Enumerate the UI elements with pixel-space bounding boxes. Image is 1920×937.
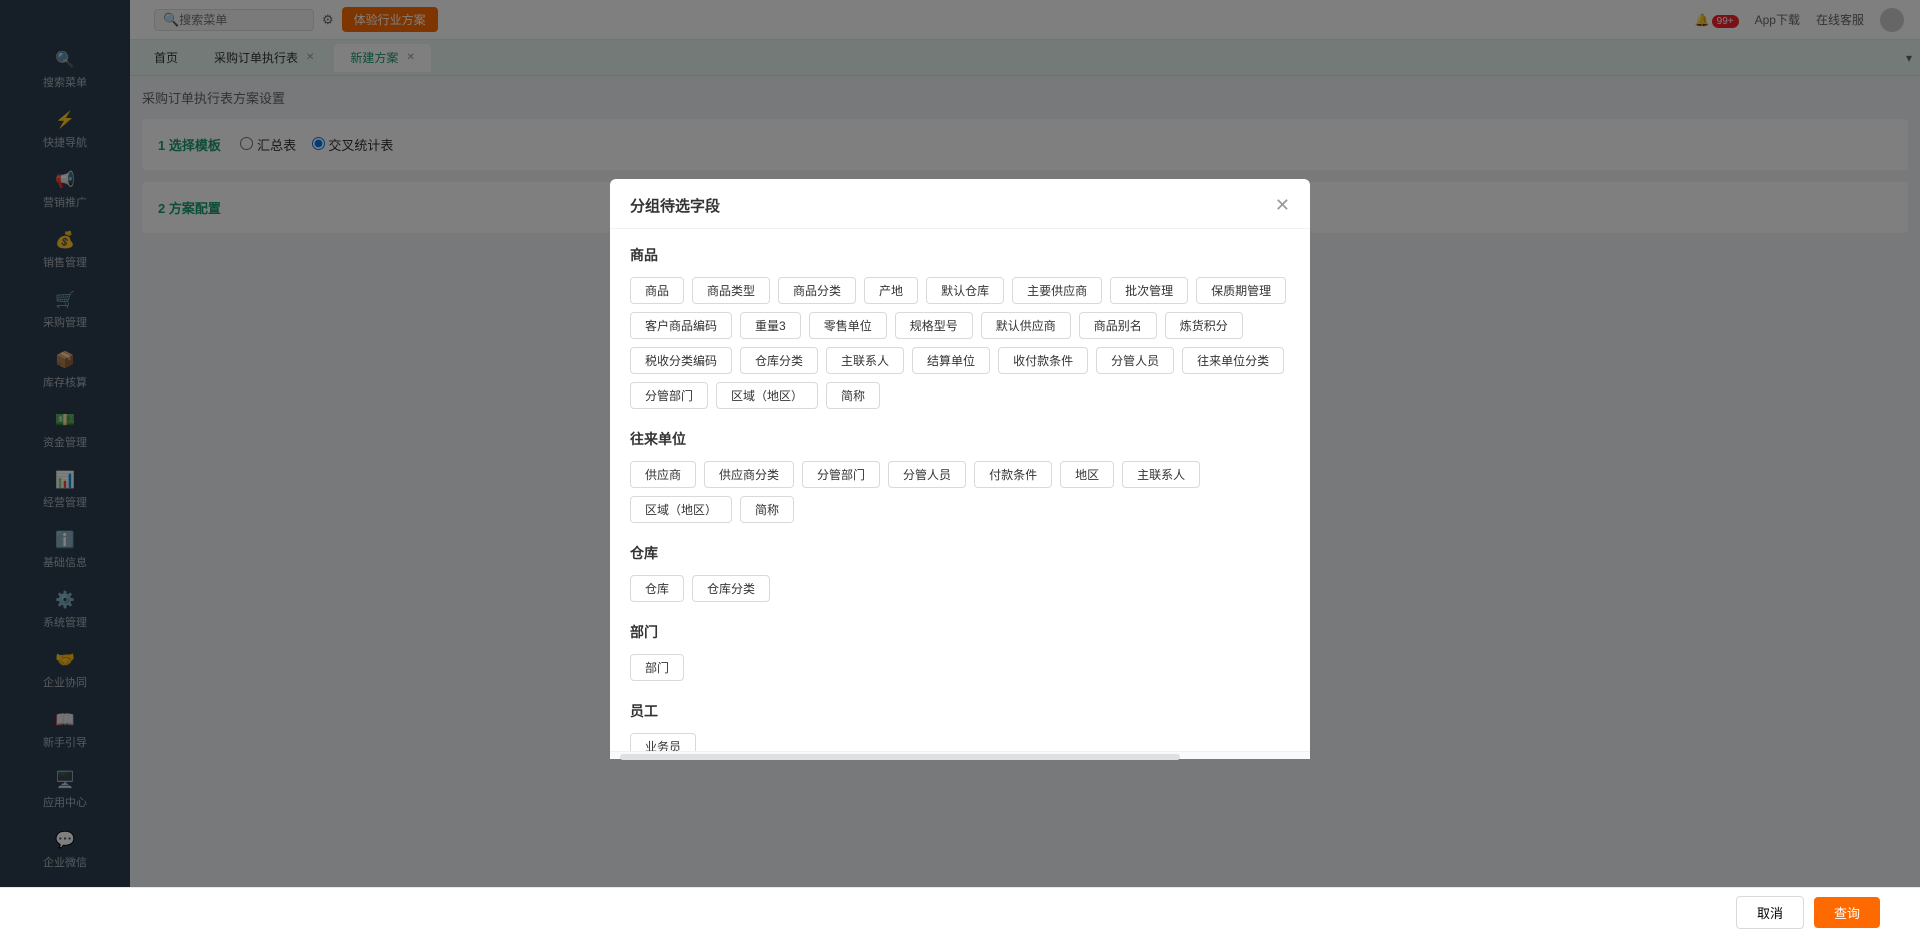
field-tag-0-17[interactable]: 主联系人 bbox=[826, 347, 904, 374]
field-tag-1-1[interactable]: 供应商分类 bbox=[704, 461, 794, 488]
modal-close-btn[interactable]: ✕ bbox=[1275, 195, 1290, 216]
modal-overlay: 分组待选字段 ✕ 商品商品商品类型商品分类产地默认仓库主要供应商批次管理保质期管… bbox=[0, 0, 1920, 937]
field-tag-0-19[interactable]: 收付款条件 bbox=[998, 347, 1088, 374]
field-tag-0-14[interactable]: 炼货积分 bbox=[1165, 312, 1243, 339]
field-tag-0-12[interactable]: 默认供应商 bbox=[981, 312, 1071, 339]
field-group-3: 部门部门 bbox=[630, 622, 1290, 681]
field-tag-1-4[interactable]: 付款条件 bbox=[974, 461, 1052, 488]
field-group-0: 商品商品商品类型商品分类产地默认仓库主要供应商批次管理保质期管理客户商品编码重量… bbox=[630, 245, 1290, 409]
field-tag-0-7[interactable]: 保质期管理 bbox=[1196, 277, 1286, 304]
field-tag-0-13[interactable]: 商品别名 bbox=[1079, 312, 1157, 339]
field-group-title-4: 员工 bbox=[630, 701, 1290, 721]
modal-title: 分组待选字段 bbox=[630, 195, 720, 216]
field-tag-0-8[interactable]: 客户商品编码 bbox=[630, 312, 732, 339]
page-footer: 取消 查询 bbox=[0, 887, 1920, 937]
field-tag-0-11[interactable]: 规格型号 bbox=[895, 312, 973, 339]
field-group-4: 员工业务员 bbox=[630, 701, 1290, 751]
hscroll-thumb bbox=[620, 754, 1180, 760]
field-tag-3-0[interactable]: 部门 bbox=[630, 654, 684, 681]
field-tag-1-8[interactable]: 简称 bbox=[740, 496, 794, 523]
field-tag-1-2[interactable]: 分管部门 bbox=[802, 461, 880, 488]
field-tags-3: 部门 bbox=[630, 654, 1290, 681]
field-tag-1-0[interactable]: 供应商 bbox=[630, 461, 696, 488]
field-tag-0-2[interactable]: 商品分类 bbox=[778, 277, 856, 304]
field-tag-0-23[interactable]: 区域（地区） bbox=[716, 382, 818, 409]
cancel-button[interactable]: 取消 bbox=[1736, 896, 1804, 929]
field-tag-0-24[interactable]: 简称 bbox=[826, 382, 880, 409]
field-tag-1-6[interactable]: 主联系人 bbox=[1122, 461, 1200, 488]
field-tag-0-0[interactable]: 商品 bbox=[630, 277, 684, 304]
field-tag-1-7[interactable]: 区域（地区） bbox=[630, 496, 732, 523]
field-group-2: 仓库仓库仓库分类 bbox=[630, 543, 1290, 602]
field-tag-0-20[interactable]: 分管人员 bbox=[1096, 347, 1174, 374]
field-tags-2: 仓库仓库分类 bbox=[630, 575, 1290, 602]
field-tag-2-0[interactable]: 仓库 bbox=[630, 575, 684, 602]
field-tag-1-3[interactable]: 分管人员 bbox=[888, 461, 966, 488]
field-tag-0-3[interactable]: 产地 bbox=[864, 277, 918, 304]
field-tag-2-1[interactable]: 仓库分类 bbox=[692, 575, 770, 602]
field-tag-1-5[interactable]: 地区 bbox=[1060, 461, 1114, 488]
modal-dialog: 分组待选字段 ✕ 商品商品商品类型商品分类产地默认仓库主要供应商批次管理保质期管… bbox=[610, 179, 1310, 759]
modal-body: 商品商品商品类型商品分类产地默认仓库主要供应商批次管理保质期管理客户商品编码重量… bbox=[610, 229, 1310, 751]
field-group-title-0: 商品 bbox=[630, 245, 1290, 265]
field-group-1: 往来单位供应商供应商分类分管部门分管人员付款条件地区主联系人区域（地区） 简称 bbox=[630, 429, 1290, 523]
field-tag-0-4[interactable]: 默认仓库 bbox=[926, 277, 1004, 304]
field-tag-0-10[interactable]: 零售单位 bbox=[809, 312, 887, 339]
field-group-title-2: 仓库 bbox=[630, 543, 1290, 563]
field-tag-0-9[interactable]: 重量3 bbox=[740, 312, 801, 339]
field-tags-4: 业务员 bbox=[630, 733, 1290, 751]
field-group-title-3: 部门 bbox=[630, 622, 1290, 642]
field-tag-0-18[interactable]: 结算单位 bbox=[912, 347, 990, 374]
field-tag-0-22[interactable]: 分管部门 bbox=[630, 382, 708, 409]
field-tag-0-15[interactable]: 税收分类编码 bbox=[630, 347, 732, 374]
field-tags-1: 供应商供应商分类分管部门分管人员付款条件地区主联系人区域（地区） 简称 bbox=[630, 461, 1290, 523]
field-tag-0-21[interactable]: 往来单位分类 bbox=[1182, 347, 1284, 374]
confirm-button[interactable]: 查询 bbox=[1814, 897, 1880, 928]
field-tag-0-1[interactable]: 商品类型 bbox=[692, 277, 770, 304]
modal-hscroll[interactable] bbox=[610, 751, 1310, 759]
field-tag-0-6[interactable]: 批次管理 bbox=[1110, 277, 1188, 304]
modal-header: 分组待选字段 ✕ bbox=[610, 179, 1310, 229]
field-tag-0-5[interactable]: 主要供应商 bbox=[1012, 277, 1102, 304]
field-group-title-1: 往来单位 bbox=[630, 429, 1290, 449]
field-tag-0-16[interactable]: 仓库分类 bbox=[740, 347, 818, 374]
field-tag-4-0[interactable]: 业务员 bbox=[630, 733, 696, 751]
field-tags-0: 商品商品类型商品分类产地默认仓库主要供应商批次管理保质期管理客户商品编码重量3 零… bbox=[630, 277, 1290, 409]
